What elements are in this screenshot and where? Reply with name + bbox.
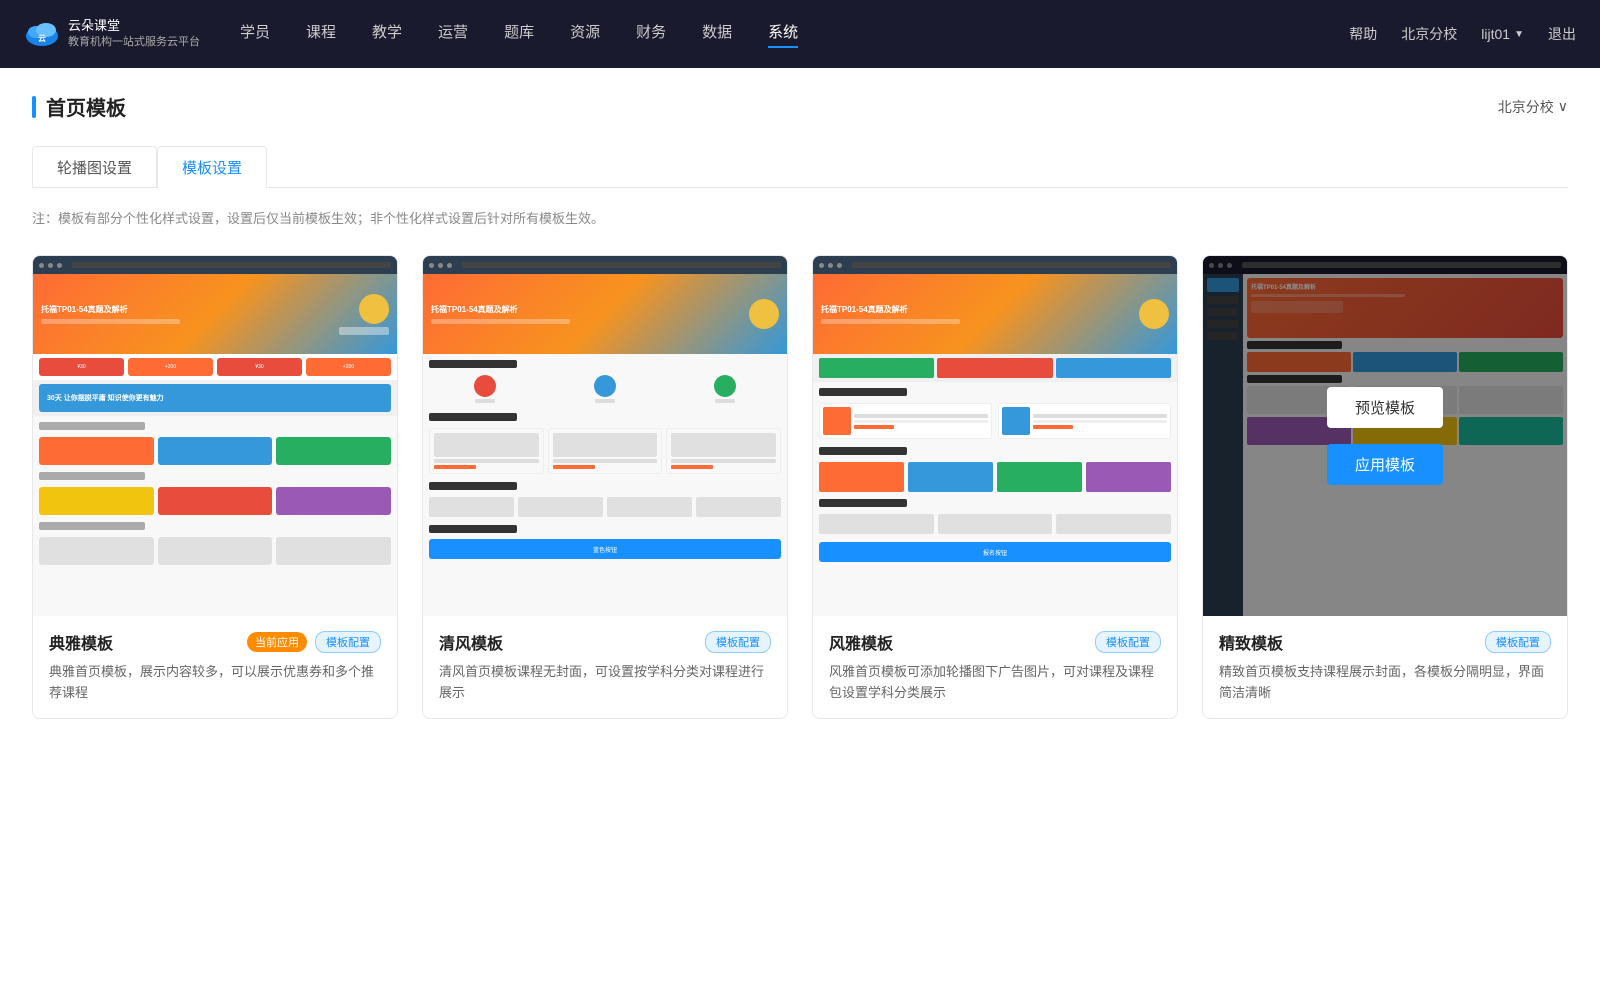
config-button-refined[interactable]: 模板配置: [1485, 631, 1551, 653]
mock-banner: 托福TP01-54真题及解析: [33, 274, 397, 354]
template-preview-fresh: 托福TP01-54真题及解析: [423, 256, 787, 616]
template-desc-elegant2: 风雅首页模板可添加轮播图下广告图片，可对课程及课程包设置学科分类展示: [829, 662, 1161, 704]
template-preview-elegant: 托福TP01-54真题及解析 ¥30: [33, 256, 397, 616]
branch-selector[interactable]: 北京分校 ∨: [1498, 97, 1568, 117]
template-name-fresh: 清风模板: [439, 630, 503, 654]
template-badges-refined: 模板配置: [1485, 631, 1551, 653]
nav-resources[interactable]: 资源: [570, 21, 600, 48]
tabs: 轮播图设置 模板设置: [32, 145, 1568, 188]
template-info-elegant2: 风雅模板 模板配置 风雅首页模板可添加轮播图下广告图片，可对课程及课程包设置学科…: [813, 616, 1177, 718]
template-badges: 当前应用 模板配置: [247, 631, 381, 653]
template-info-fresh: 清风模板 模板配置 清风首页模板课程无封面，可设置按学科分类对课程进行展示: [423, 616, 787, 718]
nav-finance[interactable]: 财务: [636, 21, 666, 48]
page-header: 首页模板 北京分校 ∨: [32, 92, 1568, 121]
page-title-bar: [32, 96, 36, 118]
page-container: 首页模板 北京分校 ∨ 轮播图设置 模板设置 注：模板有部分个性化样式设置，设置…: [0, 68, 1600, 990]
template-name-row-refined: 精致模板 模板配置: [1219, 630, 1551, 654]
branch-link[interactable]: 北京分校: [1401, 24, 1457, 44]
page-title: 首页模板: [46, 92, 126, 121]
template-badges-elegant2: 模板配置: [1095, 631, 1161, 653]
template-card-fresh: 托福TP01-54真题及解析: [422, 255, 788, 719]
nav-links: 学员 课程 教学 运营 题库 资源 财务 数据 系统: [240, 21, 1349, 48]
template-card-elegant: 托福TP01-54真题及解析 ¥30: [32, 255, 398, 719]
mock-nav: [33, 256, 397, 274]
nav-data[interactable]: 数据: [702, 21, 732, 48]
nav-right: 帮助 北京分校 lijt01 ▼ 退出: [1349, 24, 1576, 44]
nav-questions[interactable]: 题库: [504, 21, 534, 48]
template-name-refined: 精致模板: [1219, 630, 1283, 654]
template-desc-refined: 精致首页模板支持课程展示封面，各模板分隔明显，界面简洁清晰: [1219, 662, 1551, 704]
navbar: 云 云朵课堂 教育机构一站式服务云平台 学员 课程 教学 运营 题库 资源 财务…: [0, 0, 1600, 68]
template-name-elegant2: 风雅模板: [829, 630, 893, 654]
apply-button-refined[interactable]: 应用模板: [1327, 444, 1443, 485]
config-button-elegant2[interactable]: 模板配置: [1095, 631, 1161, 653]
logo-icon: 云: [24, 16, 60, 52]
mock-nav-fresh: [423, 256, 787, 274]
note-text: 注：模板有部分个性化样式设置，设置后仅当前模板生效；非个性化样式设置后针对所有模…: [32, 208, 1568, 227]
branch-chevron-icon: ∨: [1558, 98, 1568, 115]
tab-template[interactable]: 模板设置: [157, 146, 267, 188]
nav-system[interactable]: 系统: [768, 21, 798, 48]
mock-content-elegant2: 报名按钮: [813, 382, 1177, 616]
page-title-wrap: 首页模板: [32, 92, 126, 121]
template-name-row-fresh: 清风模板 模板配置: [439, 630, 771, 654]
template-info-refined: 精致模板 模板配置 精致首页模板支持课程展示封面，各模板分隔明显，界面简洁清晰: [1203, 616, 1567, 718]
template-preview-elegant2: 托福TP01-54真题及解析: [813, 256, 1177, 616]
nav-courses[interactable]: 课程: [306, 21, 336, 48]
template-name-row-elegant2: 风雅模板 模板配置: [829, 630, 1161, 654]
mock-content-fresh: 蓝色按钮: [423, 354, 787, 616]
template-overlay-refined: 预览模板 应用模板: [1203, 256, 1567, 616]
preview-button-refined[interactable]: 预览模板: [1327, 387, 1443, 428]
mock-nav-elegant2: [813, 256, 1177, 274]
nav-teaching[interactable]: 教学: [372, 21, 402, 48]
logo: 云 云朵课堂 教育机构一站式服务云平台: [24, 16, 200, 52]
template-name-row: 典雅模板 当前应用 模板配置: [49, 630, 381, 654]
template-card-elegant2: 托福TP01-54真题及解析: [812, 255, 1178, 719]
svg-text:云: 云: [38, 34, 46, 43]
template-card-refined: 托福TP01-54真题及解析: [1202, 255, 1568, 719]
mock-banner-elegant2: 托福TP01-54真题及解析: [813, 274, 1177, 354]
template-desc-elegant: 典雅首页模板，展示内容较多，可以展示优惠券和多个推荐课程: [49, 662, 381, 704]
badge-current: 当前应用: [247, 632, 307, 652]
template-info-elegant: 典雅模板 当前应用 模板配置 典雅首页模板，展示内容较多，可以展示优惠券和多个推…: [33, 616, 397, 718]
logo-text: 云朵课堂 教育机构一站式服务云平台: [68, 18, 200, 49]
nav-operations[interactable]: 运营: [438, 21, 468, 48]
config-button-fresh[interactable]: 模板配置: [705, 631, 771, 653]
template-badges-fresh: 模板配置: [705, 631, 771, 653]
user-chevron-icon: ▼: [1514, 29, 1524, 40]
template-preview-refined: 托福TP01-54真题及解析: [1203, 256, 1567, 616]
config-button-elegant[interactable]: 模板配置: [315, 631, 381, 653]
help-link[interactable]: 帮助: [1349, 24, 1377, 44]
logout-link[interactable]: 退出: [1548, 24, 1576, 44]
nav-students[interactable]: 学员: [240, 21, 270, 48]
user-menu[interactable]: lijt01 ▼: [1481, 26, 1524, 42]
tab-carousel[interactable]: 轮播图设置: [32, 146, 157, 188]
template-desc-fresh: 清风首页模板课程无封面，可设置按学科分类对课程进行展示: [439, 662, 771, 704]
templates-grid: 托福TP01-54真题及解析 ¥30: [32, 255, 1568, 719]
mock-banner-fresh: 托福TP01-54真题及解析: [423, 274, 787, 354]
template-name: 典雅模板: [49, 630, 113, 654]
mock-content: [33, 416, 397, 616]
